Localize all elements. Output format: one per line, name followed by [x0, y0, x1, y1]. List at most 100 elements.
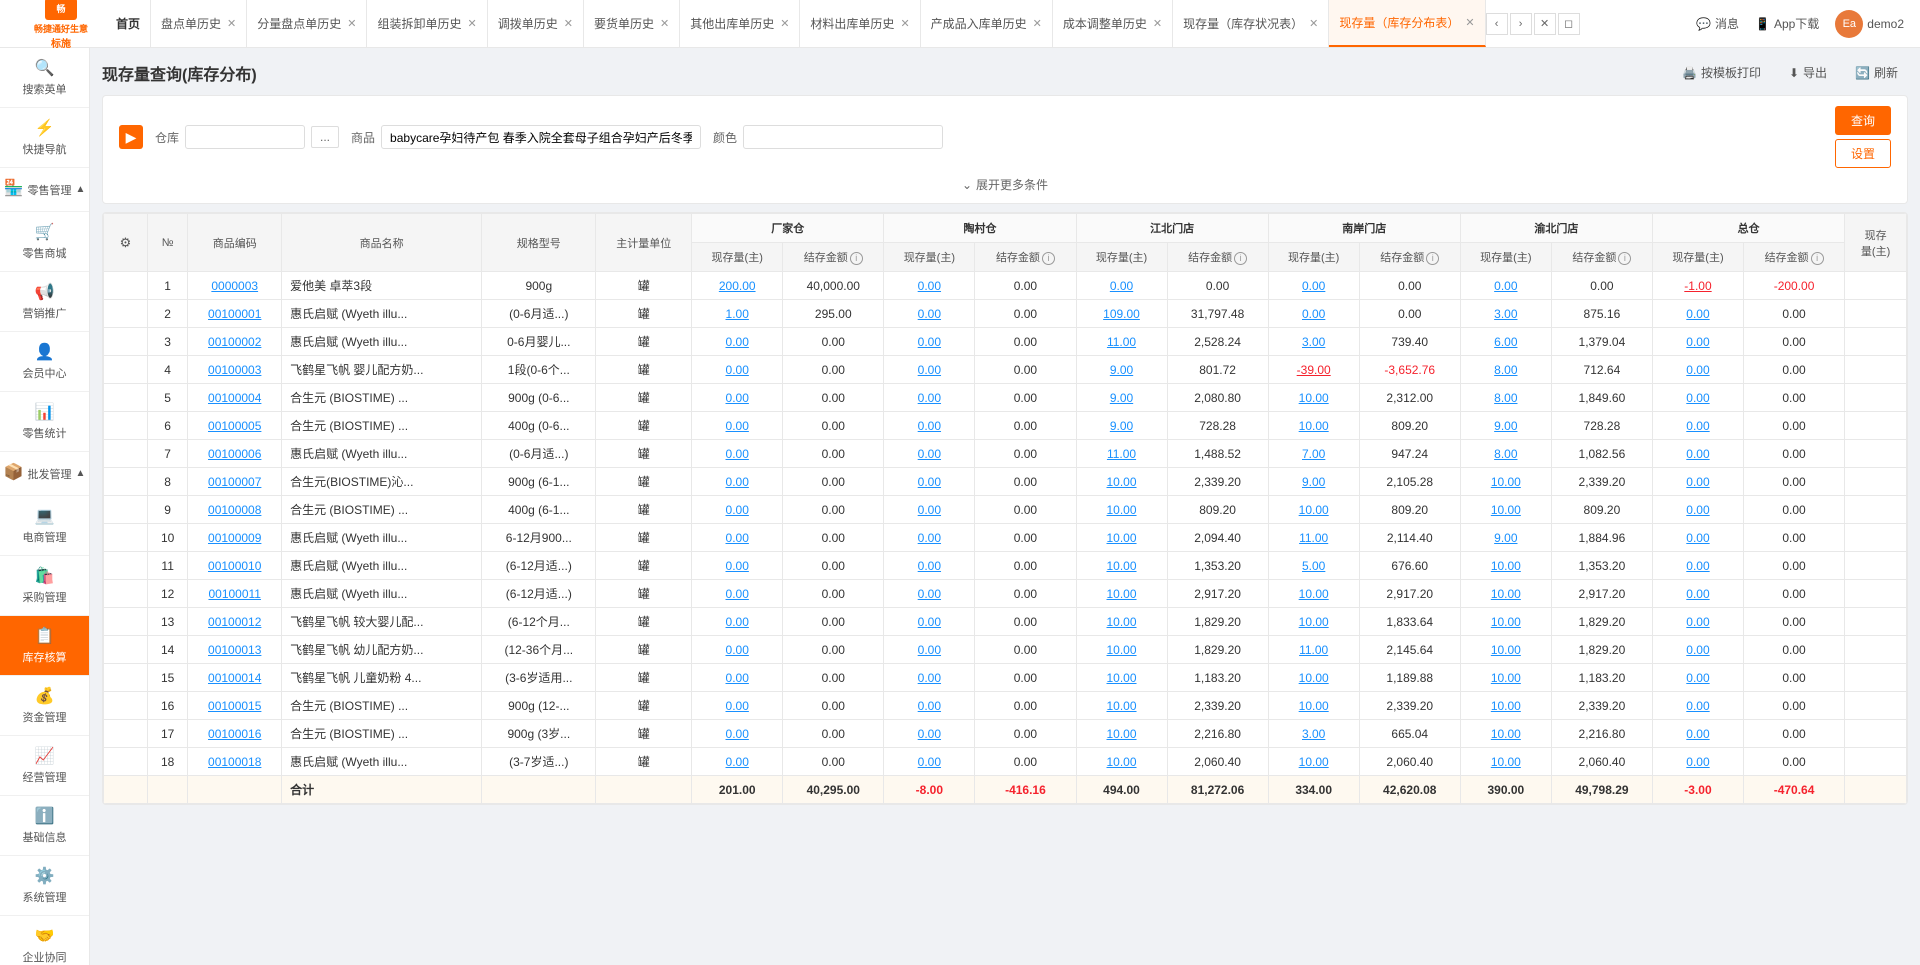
td-code-5[interactable]: 00100005 — [188, 412, 282, 440]
td-code-11[interactable]: 00100011 — [188, 580, 282, 608]
td-yu-qty-0[interactable]: 0.00 — [1460, 272, 1551, 300]
td-yu-qty-7[interactable]: 10.00 — [1460, 468, 1551, 496]
td-nan-qty-17[interactable]: 10.00 — [1268, 748, 1359, 776]
sidebar-item-marketing[interactable]: 📢 营销推广 — [0, 272, 89, 332]
td-changf-qty-16[interactable]: 0.00 — [692, 720, 783, 748]
sidebar-item-finance[interactable]: 💰 资金管理 — [0, 676, 89, 736]
td-tao-qty-11[interactable]: 0.00 — [884, 580, 975, 608]
td-tao-qty-7[interactable]: 0.00 — [884, 468, 975, 496]
td-jiang-qty-2[interactable]: 11.00 — [1076, 328, 1167, 356]
td-yu-qty-13[interactable]: 10.00 — [1460, 636, 1551, 664]
td-tao-qty-1[interactable]: 0.00 — [884, 300, 975, 328]
td-code-14[interactable]: 00100014 — [188, 664, 282, 692]
tab-stockdist[interactable]: 现存量（库存分布表）✕ — [1329, 0, 1485, 47]
tab-close-btn[interactable]: ✕ — [1534, 13, 1556, 35]
td-tao-qty-3[interactable]: 0.00 — [884, 356, 975, 384]
td-changf-qty-13[interactable]: 0.00 — [692, 636, 783, 664]
app-download-btn[interactable]: 📱 App下载 — [1755, 15, 1819, 32]
td-nan-qty-16[interactable]: 3.00 — [1268, 720, 1359, 748]
td-tao-qty-8[interactable]: 0.00 — [884, 496, 975, 524]
td-jiang-qty-7[interactable]: 10.00 — [1076, 468, 1167, 496]
td-code-12[interactable]: 00100012 — [188, 608, 282, 636]
td-tot-qty-16[interactable]: 0.00 — [1653, 720, 1744, 748]
sidebar-item-enterprise[interactable]: 🤝 企业协同 — [0, 916, 89, 965]
td-tot-qty-6[interactable]: 0.00 — [1653, 440, 1744, 468]
td-jiang-qty-16[interactable]: 10.00 — [1076, 720, 1167, 748]
td-tao-qty-16[interactable]: 0.00 — [884, 720, 975, 748]
tab-close-splitstock[interactable]: ✕ — [347, 17, 356, 30]
td-yu-qty-8[interactable]: 10.00 — [1460, 496, 1551, 524]
td-code-0[interactable]: 0000003 — [188, 272, 282, 300]
td-changf-qty-14[interactable]: 0.00 — [692, 664, 783, 692]
print-btn[interactable]: 🖨️ 按模板打印 — [1672, 60, 1771, 85]
td-yu-qty-6[interactable]: 8.00 — [1460, 440, 1551, 468]
info-icon-1[interactable]: i — [850, 252, 863, 265]
tab-close-otherout[interactable]: ✕ — [780, 17, 789, 30]
sidebar-item-retail[interactable]: 🏪 零售管理 ▲ — [0, 168, 89, 212]
info-icon-2[interactable]: i — [1042, 252, 1055, 265]
td-nan-qty-7[interactable]: 9.00 — [1268, 468, 1359, 496]
td-yu-qty-15[interactable]: 10.00 — [1460, 692, 1551, 720]
td-jiang-qty-9[interactable]: 10.00 — [1076, 524, 1167, 552]
tab-close-productin[interactable]: ✕ — [1033, 17, 1042, 30]
tab-stocklist[interactable]: 盘点单历史✕ — [151, 0, 247, 47]
info-icon-6[interactable]: i — [1811, 252, 1824, 265]
td-jiang-qty-13[interactable]: 10.00 — [1076, 636, 1167, 664]
td-yu-qty-2[interactable]: 6.00 — [1460, 328, 1551, 356]
tab-assembly[interactable]: 组装拆卸单历史✕ — [367, 0, 487, 47]
td-tao-qty-13[interactable]: 0.00 — [884, 636, 975, 664]
user-avatar-area[interactable]: Ea demo2 — [1835, 10, 1904, 38]
td-nan-qty-11[interactable]: 10.00 — [1268, 580, 1359, 608]
sidebar-item-system[interactable]: ⚙️ 系统管理 — [0, 856, 89, 916]
td-jiang-qty-0[interactable]: 0.00 — [1076, 272, 1167, 300]
td-code-6[interactable]: 00100006 — [188, 440, 282, 468]
expand-more-btn[interactable]: ⌄ 展开更多条件 — [119, 176, 1891, 193]
sidebar-item-search[interactable]: 🔍 搜索英单 — [0, 48, 89, 108]
warehouse-ellipsis-btn[interactable]: ... — [311, 126, 339, 148]
color-input[interactable] — [743, 125, 943, 149]
td-nan-qty-10[interactable]: 5.00 — [1268, 552, 1359, 580]
td-jiang-qty-8[interactable]: 10.00 — [1076, 496, 1167, 524]
td-nan-qty-9[interactable]: 11.00 — [1268, 524, 1359, 552]
td-nan-qty-8[interactable]: 10.00 — [1268, 496, 1359, 524]
td-yu-qty-5[interactable]: 9.00 — [1460, 412, 1551, 440]
td-tot-qty-12[interactable]: 0.00 — [1653, 608, 1744, 636]
td-jiang-qty-11[interactable]: 10.00 — [1076, 580, 1167, 608]
tab-close-purchase[interactable]: ✕ — [660, 17, 669, 30]
td-tot-qty-9[interactable]: 0.00 — [1653, 524, 1744, 552]
td-tot-qty-11[interactable]: 0.00 — [1653, 580, 1744, 608]
td-code-17[interactable]: 00100018 — [188, 748, 282, 776]
td-tao-qty-5[interactable]: 0.00 — [884, 412, 975, 440]
td-tao-qty-6[interactable]: 0.00 — [884, 440, 975, 468]
td-code-8[interactable]: 00100008 — [188, 496, 282, 524]
messages-btn[interactable]: 💬 消息 — [1696, 15, 1739, 32]
td-jiang-qty-17[interactable]: 10.00 — [1076, 748, 1167, 776]
td-nan-qty-15[interactable]: 10.00 — [1268, 692, 1359, 720]
tab-close-materialout[interactable]: ✕ — [900, 17, 909, 30]
td-tot-qty-0[interactable]: -1.00 — [1653, 272, 1744, 300]
td-nan-qty-6[interactable]: 7.00 — [1268, 440, 1359, 468]
td-tao-qty-15[interactable]: 0.00 — [884, 692, 975, 720]
td-changf-qty-9[interactable]: 0.00 — [692, 524, 783, 552]
td-tot-qty-1[interactable]: 0.00 — [1653, 300, 1744, 328]
td-changf-qty-5[interactable]: 0.00 — [692, 412, 783, 440]
td-tot-qty-4[interactable]: 0.00 — [1653, 384, 1744, 412]
td-yu-qty-17[interactable]: 10.00 — [1460, 748, 1551, 776]
tab-splitstock[interactable]: 分量盘点单历史✕ — [247, 0, 367, 47]
tab-productin[interactable]: 产成品入库单历史✕ — [921, 0, 1053, 47]
td-nan-qty-5[interactable]: 10.00 — [1268, 412, 1359, 440]
info-icon-3[interactable]: i — [1234, 252, 1247, 265]
sidebar-item-wholesale[interactable]: 📦 批发管理 ▲ — [0, 452, 89, 496]
td-tao-qty-9[interactable]: 0.00 — [884, 524, 975, 552]
td-tot-qty-13[interactable]: 0.00 — [1653, 636, 1744, 664]
td-tot-qty-14[interactable]: 0.00 — [1653, 664, 1744, 692]
sidebar-item-ecommerce[interactable]: 💻 电商管理 — [0, 496, 89, 556]
td-code-16[interactable]: 00100016 — [188, 720, 282, 748]
td-tao-qty-12[interactable]: 0.00 — [884, 608, 975, 636]
td-tot-qty-7[interactable]: 0.00 — [1653, 468, 1744, 496]
td-tot-qty-2[interactable]: 0.00 — [1653, 328, 1744, 356]
tab-allocate[interactable]: 调拨单历史✕ — [488, 0, 584, 47]
settings-btn[interactable]: 设置 — [1835, 139, 1891, 168]
td-code-15[interactable]: 00100015 — [188, 692, 282, 720]
td-yu-qty-9[interactable]: 9.00 — [1460, 524, 1551, 552]
